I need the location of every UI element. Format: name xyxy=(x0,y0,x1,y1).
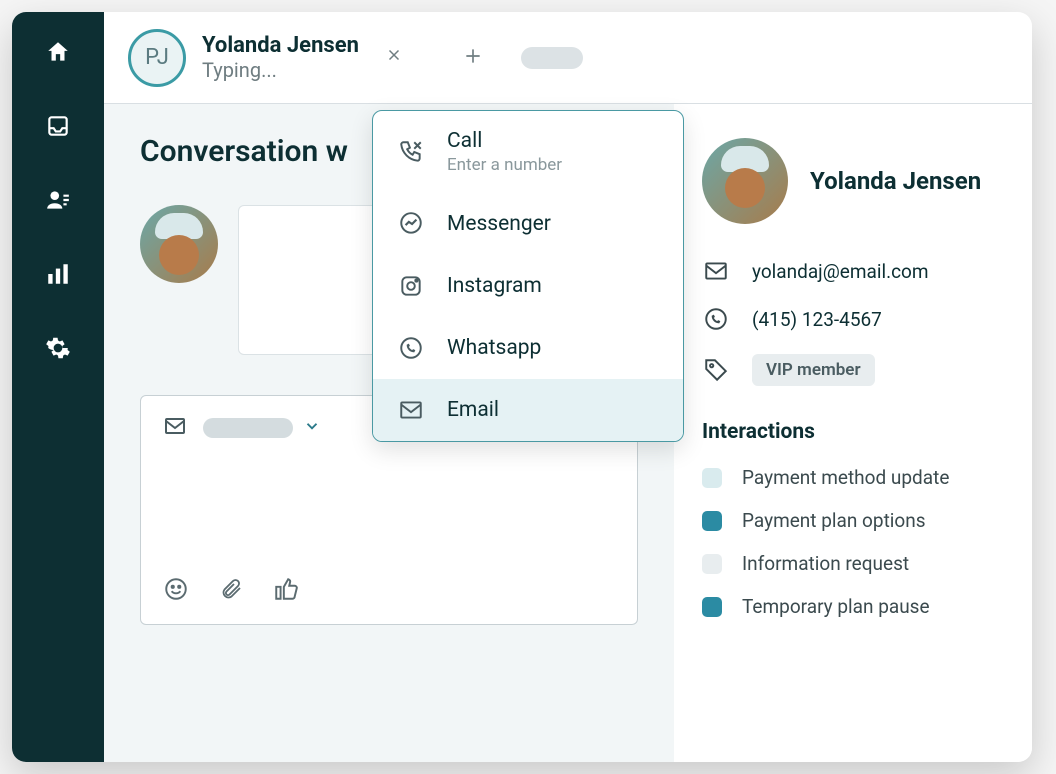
profile-panel: Yolanda Jensen yolandaj@email.com (415) … xyxy=(674,104,1032,762)
tab-bar: PJ Yolanda Jensen Typing... xyxy=(104,12,1032,104)
interaction-color-swatch xyxy=(702,468,722,488)
interaction-label: Temporary plan pause xyxy=(742,595,930,618)
channel-label: Messenger xyxy=(447,212,551,236)
interaction-item[interactable]: Payment method update xyxy=(702,466,1004,489)
sidebar-nav xyxy=(12,12,104,762)
profile-avatar[interactable] xyxy=(702,138,788,224)
profile-email: yolandaj@email.com xyxy=(752,260,929,283)
whatsapp-icon xyxy=(702,306,730,332)
interaction-color-swatch xyxy=(702,597,722,617)
channel-option-call[interactable]: Call Enter a number xyxy=(373,111,683,193)
gear-icon xyxy=(45,335,71,361)
profile-tag-row: VIP member xyxy=(702,354,1004,386)
channel-label: Whatsapp xyxy=(447,336,541,360)
interaction-item[interactable]: Temporary plan pause xyxy=(702,595,1004,618)
tab-contact-name: Yolanda Jensen xyxy=(202,33,359,58)
channel-label: Email xyxy=(447,398,499,422)
profile-phone: (415) 123-4567 xyxy=(752,308,882,331)
like-button[interactable] xyxy=(273,576,299,606)
email-icon xyxy=(397,397,425,423)
channel-option-whatsapp[interactable]: Whatsapp xyxy=(373,317,683,379)
email-icon xyxy=(163,414,187,438)
email-icon xyxy=(702,258,730,284)
tab-status: Typing... xyxy=(202,58,359,82)
interaction-color-swatch xyxy=(702,554,722,574)
profile-phone-row[interactable]: (415) 123-4567 xyxy=(702,306,1004,332)
interaction-item[interactable]: Information request xyxy=(702,552,1004,575)
nav-inbox[interactable] xyxy=(42,110,74,142)
tab-info[interactable]: Yolanda Jensen Typing... xyxy=(202,33,359,82)
channel-label: Instagram xyxy=(447,274,542,298)
compose-recipient-pill[interactable] xyxy=(203,418,293,438)
channel-option-email[interactable]: Email xyxy=(373,379,683,441)
avatar-initials: PJ xyxy=(145,45,169,70)
plus-icon xyxy=(463,46,483,66)
profile-tag[interactable]: VIP member xyxy=(752,354,875,386)
profile-email-row[interactable]: yolandaj@email.com xyxy=(702,258,1004,284)
interaction-label: Payment method update xyxy=(742,466,949,489)
analytics-icon xyxy=(45,261,71,287)
emoji-button[interactable] xyxy=(163,576,189,606)
interaction-color-swatch xyxy=(702,511,722,531)
interaction-label: Information request xyxy=(742,552,909,575)
nav-home[interactable] xyxy=(42,36,74,68)
smile-icon xyxy=(163,576,189,602)
nav-analytics[interactable] xyxy=(42,258,74,290)
channel-menu: Call Enter a number Messenger Instagram … xyxy=(372,110,684,442)
add-tab-button[interactable] xyxy=(453,39,493,77)
tab-placeholder-pill xyxy=(521,47,583,69)
compose-channel-icon[interactable] xyxy=(163,414,187,442)
interaction-item[interactable]: Payment plan options xyxy=(702,509,1004,532)
inbox-icon xyxy=(45,113,71,139)
profile-name: Yolanda Jensen xyxy=(810,167,981,195)
home-icon xyxy=(45,39,71,65)
whatsapp-icon xyxy=(397,335,425,361)
paperclip-icon xyxy=(219,576,243,602)
chevron-down-icon xyxy=(303,417,321,435)
message-avatar[interactable] xyxy=(140,205,218,283)
messenger-icon xyxy=(397,211,425,237)
close-tab-button[interactable] xyxy=(375,41,413,74)
tab-avatar[interactable]: PJ xyxy=(128,29,186,87)
interactions-heading: Interactions xyxy=(702,420,1004,444)
nav-contacts[interactable] xyxy=(42,184,74,216)
phone-icon xyxy=(397,139,425,165)
tag-icon xyxy=(702,357,730,383)
interaction-label: Payment plan options xyxy=(742,509,926,532)
compose-dropdown-toggle[interactable] xyxy=(303,417,321,439)
channel-option-instagram[interactable]: Instagram xyxy=(373,255,683,317)
channel-option-messenger[interactable]: Messenger xyxy=(373,193,683,255)
nav-settings[interactable] xyxy=(42,332,74,364)
channel-sublabel: Enter a number xyxy=(447,155,562,175)
attachment-button[interactable] xyxy=(219,576,243,606)
thumbs-up-icon xyxy=(273,576,299,602)
profile-header: Yolanda Jensen xyxy=(702,138,1004,224)
app-window: PJ Yolanda Jensen Typing... Conversation… xyxy=(12,12,1032,762)
instagram-icon xyxy=(397,273,425,299)
contacts-icon xyxy=(45,187,71,213)
close-icon xyxy=(385,46,403,64)
compose-toolbar xyxy=(163,576,615,606)
channel-label: Call xyxy=(447,129,562,153)
